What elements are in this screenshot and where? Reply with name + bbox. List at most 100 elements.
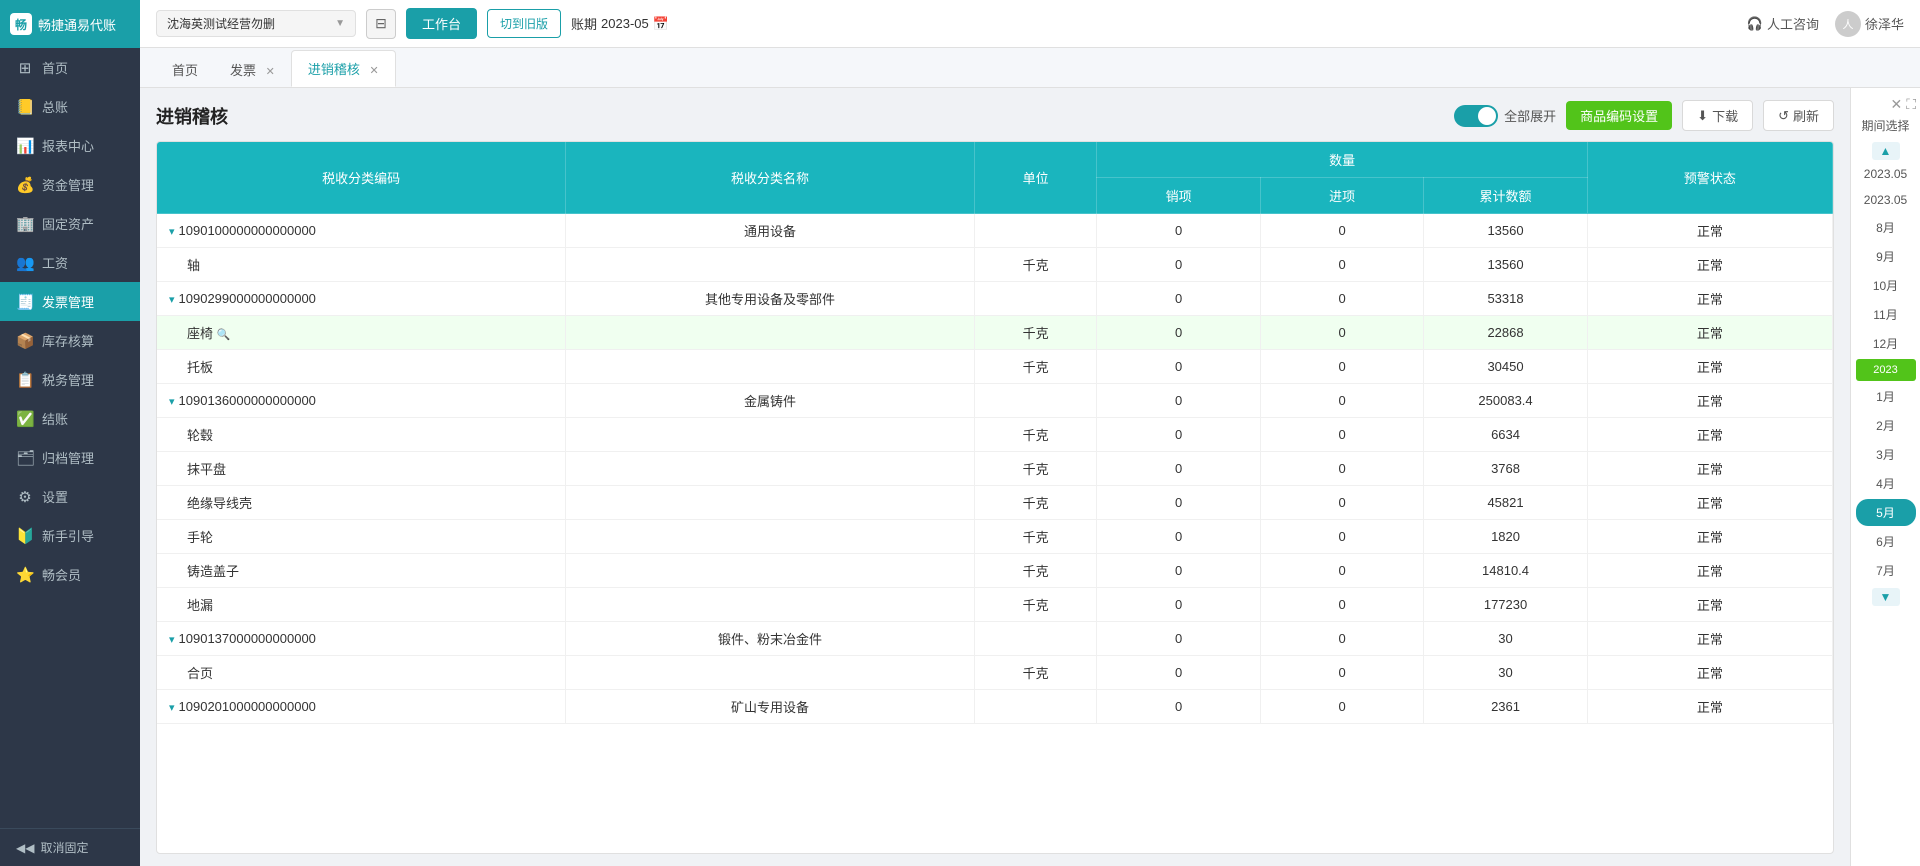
purchase-cell: 0	[1260, 690, 1423, 724]
table-row[interactable]: 轴 千克 0 0 13560 正常	[157, 248, 1833, 282]
tax-name-cell: 通用设备	[566, 214, 975, 248]
sidebar-item-finance[interactable]: 💰 资金管理	[0, 165, 140, 204]
sidebar-item-inventory[interactable]: 📦 库存核算	[0, 321, 140, 360]
sidebar-item-guide[interactable]: 🔰 新手引导	[0, 516, 140, 555]
sidebar-item-payroll[interactable]: 👥 工资	[0, 243, 140, 282]
th-qty-group: 数量	[1097, 142, 1587, 178]
sidebar-pin-toggle[interactable]: ◀◀ 取消固定	[0, 828, 140, 866]
item-name-cell: 轴	[157, 248, 566, 282]
sidebar-item-tax[interactable]: 📋 税务管理	[0, 360, 140, 399]
tax-name-cell	[566, 486, 975, 520]
table-row[interactable]: 轮毂 千克 0 0 6634 正常	[157, 418, 1833, 452]
tab-invoice-close[interactable]: ✕	[266, 66, 275, 78]
unit-cell	[974, 214, 1097, 248]
topbar: 沈海英测试经营勿删 ▼ ⊟ 工作台 切到旧版 账期 2023-05 📅 🎧 人工…	[140, 0, 1920, 48]
sidebar-item-invoice-mgmt[interactable]: 🧾 发票管理	[0, 282, 140, 321]
purchase-cell: 0	[1260, 282, 1423, 316]
period-item[interactable]: 3月	[1856, 441, 1916, 468]
workbench-button[interactable]: 工作台	[406, 8, 477, 39]
sidebar-item-ledger[interactable]: 📒 总账	[0, 87, 140, 126]
refresh-icon: ↺	[1778, 108, 1789, 124]
table-row[interactable]: ▾1090299000000000000 其他专用设备及零部件 0 0 5331…	[157, 282, 1833, 316]
user-menu[interactable]: 人 徐泽华	[1835, 11, 1904, 37]
period-item[interactable]: 1月	[1856, 383, 1916, 410]
period-scroll-down[interactable]: ▼	[1872, 588, 1900, 606]
status-cell: 正常	[1587, 622, 1832, 656]
table-row[interactable]: 绝缘导线壳 千克 0 0 45821 正常	[157, 486, 1833, 520]
sales-cell: 0	[1097, 622, 1260, 656]
item-name-cell: 托板	[157, 350, 566, 384]
sidebar-item-settings[interactable]: ⚙ 设置	[0, 477, 140, 516]
status-cell: 正常	[1587, 418, 1832, 452]
sidebar-item-label: 总账	[42, 97, 68, 116]
tab-invoice[interactable]: 发票 ✕	[214, 52, 291, 87]
invoice-icon: 🧾	[16, 293, 34, 311]
item-name-cell: 抹平盘	[157, 452, 566, 486]
sidebar-item-home[interactable]: ⊞ 首页	[0, 48, 140, 87]
period-item[interactable]: 6月	[1856, 528, 1916, 555]
old-version-button[interactable]: 切到旧版	[487, 9, 561, 38]
expand-icon[interactable]: ▾	[169, 634, 175, 646]
period-item[interactable]: 11月	[1856, 301, 1916, 328]
tax-code-cell: ▾1090136000000000000	[157, 384, 566, 418]
period-item[interactable]: 2023.05	[1856, 188, 1916, 212]
sidebar-item-archive[interactable]: 🗂 归档管理	[0, 438, 140, 477]
table-row[interactable]: 托板 千克 0 0 30450 正常	[157, 350, 1833, 384]
status-cell: 正常	[1587, 486, 1832, 520]
sidebar-item-label: 设置	[42, 487, 68, 506]
sidebar-item-assets[interactable]: 🏢 固定资产	[0, 204, 140, 243]
table-row[interactable]: ▾1090100000000000000 通用设备 0 0 13560 正常	[157, 214, 1833, 248]
panel-close-icon[interactable]: ✕	[1890, 96, 1902, 113]
sidebar-item-settle[interactable]: ✅ 结账	[0, 399, 140, 438]
expand-all-toggle[interactable]: 全部展开	[1454, 105, 1556, 127]
table-row[interactable]: 手轮 千克 0 0 1820 正常	[157, 520, 1833, 554]
unit-cell: 千克	[974, 418, 1097, 452]
purchase-cell: 0	[1260, 520, 1423, 554]
sidebar-item-label: 报表中心	[42, 136, 94, 155]
period-item[interactable]: 12月	[1856, 330, 1916, 357]
sales-cell: 0	[1097, 588, 1260, 622]
table-row[interactable]: 座椅 🔍 千克 0 0 22868 正常	[157, 316, 1833, 350]
company-selector[interactable]: 沈海英测试经营勿删 ▼	[156, 10, 356, 37]
header-actions: 全部展开 商品编码设置 ⬇ 下载 ↺ 刷新	[1454, 100, 1834, 131]
tab-home[interactable]: 首页	[156, 52, 214, 87]
toggle-switch[interactable]	[1454, 105, 1498, 127]
period-item[interactable]: 7月	[1856, 557, 1916, 584]
sales-cell: 0	[1097, 690, 1260, 724]
download-button[interactable]: ⬇ 下载	[1682, 100, 1753, 131]
tab-reconcile[interactable]: 进销稽核 ✕	[291, 50, 396, 87]
product-code-button[interactable]: 商品编码设置	[1566, 101, 1672, 130]
table-row[interactable]: ▾1090137000000000000 锻件、粉末冶金件 0 0 30 正常	[157, 622, 1833, 656]
sales-cell: 0	[1097, 486, 1260, 520]
sales-cell: 0	[1097, 282, 1260, 316]
expand-icon[interactable]: ▾	[169, 702, 175, 714]
sidebar-item-label: 归档管理	[42, 448, 94, 467]
period-item[interactable]: 4月	[1856, 470, 1916, 497]
period-scroll-up[interactable]: ▲	[1872, 142, 1900, 160]
service-button[interactable]: 🎧 人工咨询	[1747, 14, 1819, 33]
period-item[interactable]: 2023.05	[1856, 162, 1916, 186]
period-item[interactable]: 2023	[1856, 359, 1916, 381]
period-item[interactable]: 10月	[1856, 272, 1916, 299]
table-row[interactable]: ▾1090136000000000000 金属铸件 0 0 250083.4 正…	[157, 384, 1833, 418]
calendar-icon[interactable]: 📅	[653, 16, 669, 32]
refresh-button[interactable]: ↺ 刷新	[1763, 100, 1834, 131]
sidebar-item-member[interactable]: ⭐ 畅会员	[0, 555, 140, 594]
tab-reconcile-close[interactable]: ✕	[370, 65, 379, 77]
panel-expand-icon[interactable]: ⛶	[1906, 96, 1916, 113]
period-item[interactable]: 5月	[1856, 499, 1916, 526]
sidebar-item-report[interactable]: 📊 报表中心	[0, 126, 140, 165]
table-row[interactable]: 抹平盘 千克 0 0 3768 正常	[157, 452, 1833, 486]
table-row[interactable]: 合页 千克 0 0 30 正常	[157, 656, 1833, 690]
period-item[interactable]: 9月	[1856, 243, 1916, 270]
table-row[interactable]: 铸造盖子 千克 0 0 14810.4 正常	[157, 554, 1833, 588]
expand-icon[interactable]: ▾	[169, 294, 175, 306]
period-item[interactable]: 2月	[1856, 412, 1916, 439]
table-row[interactable]: 地漏 千克 0 0 177230 正常	[157, 588, 1833, 622]
expand-icon[interactable]: ▾	[169, 226, 175, 238]
table-row[interactable]: ▾1090201000000000000 矿山专用设备 0 0 2361 正常	[157, 690, 1833, 724]
unit-cell: 千克	[974, 588, 1097, 622]
archive-button[interactable]: ⊟	[366, 9, 396, 39]
expand-icon[interactable]: ▾	[169, 396, 175, 408]
period-item[interactable]: 8月	[1856, 214, 1916, 241]
